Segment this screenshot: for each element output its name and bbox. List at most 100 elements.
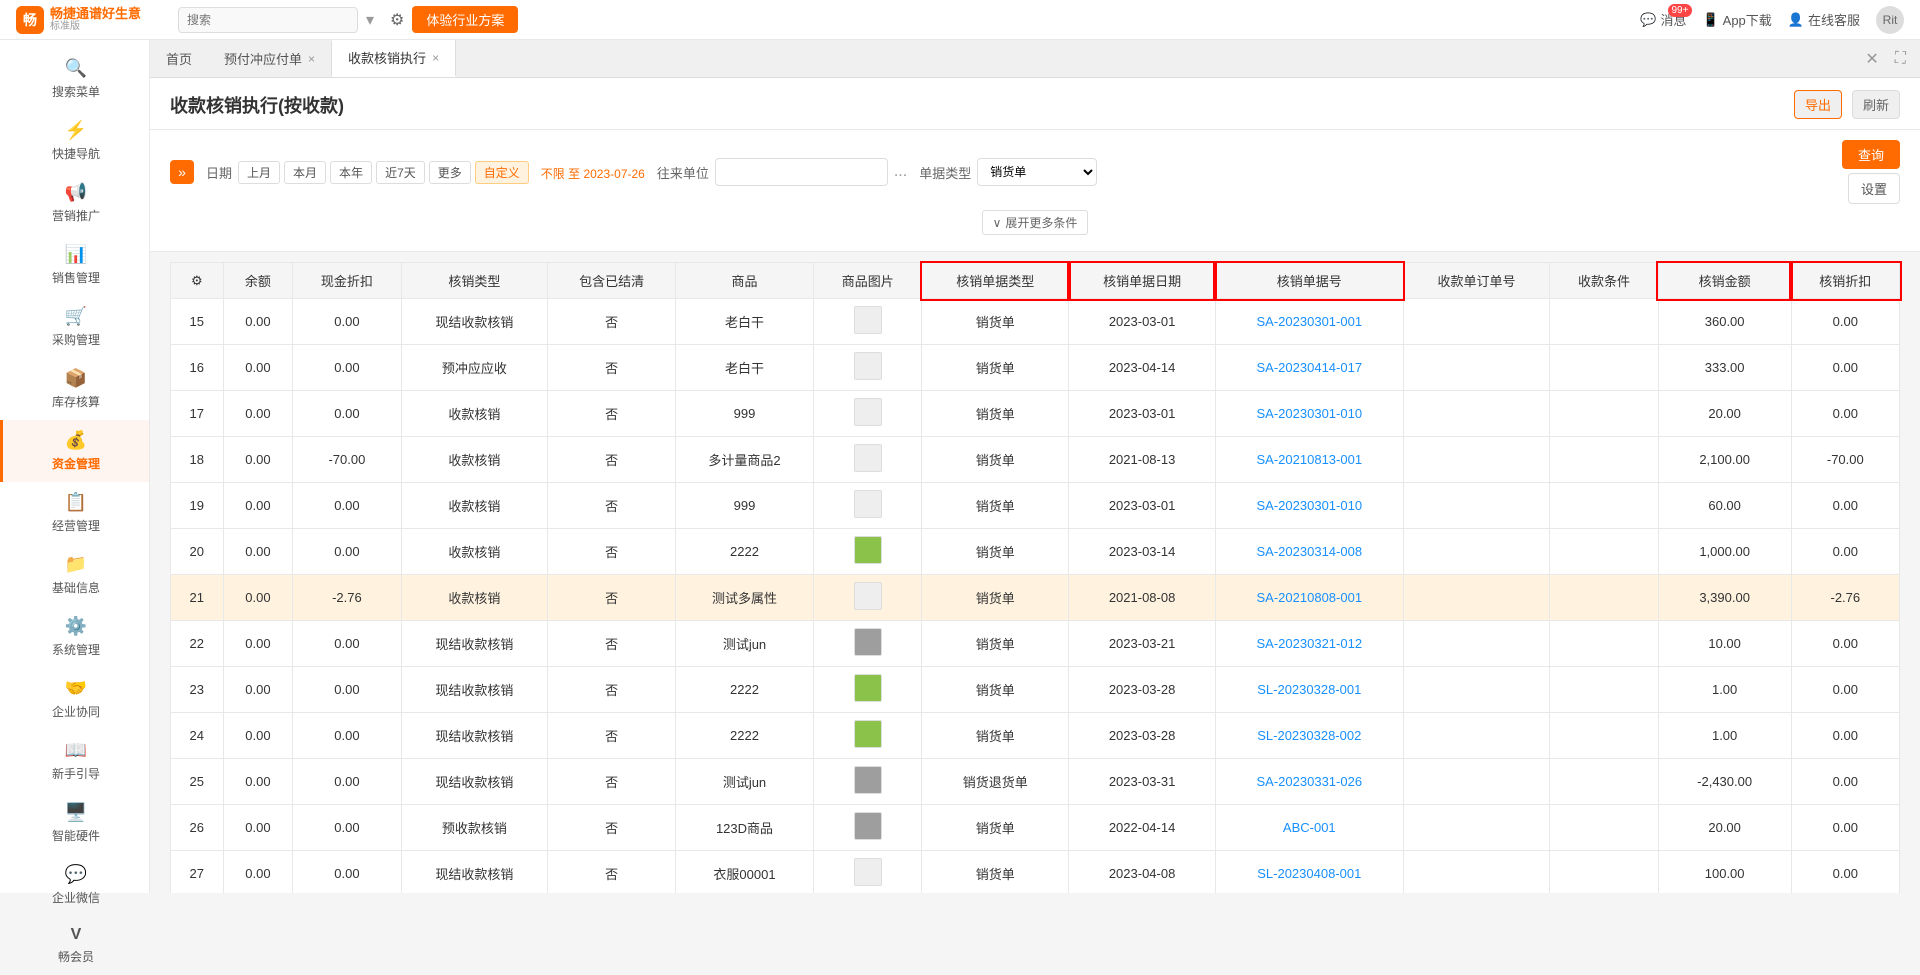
doc-no-link[interactable]: SL-20230408-001 [1257,866,1361,881]
cell-payment-cond [1550,805,1658,851]
cell-order-no [1403,299,1550,345]
tab-prepay-close[interactable]: × [308,52,315,66]
sidebar-item-sales[interactable]: 📊 销售管理 [0,234,149,296]
cell-doc-date: 2023-03-14 [1069,529,1216,575]
setting-button[interactable]: 设置 [1848,173,1900,204]
doc-no-link[interactable]: SA-20230414-017 [1257,360,1363,375]
cell-type: 现结收款核销 [401,621,548,667]
cell-balance: 0.00 [223,437,293,483]
sidebar-item-inventory[interactable]: 📦 库存核算 [0,358,149,420]
doc-no-link[interactable]: SA-20230301-010 [1257,406,1363,421]
cell-payment-cond [1550,437,1658,483]
app-download-btn[interactable]: 📱 App下载 [1702,10,1771,29]
table-row: 16 0.00 0.00 预冲应应收 否 老白干 销货单 2023-04-14 … [171,345,1900,391]
cell-no: 25 [171,759,224,805]
cell-balance: 0.00 [223,391,293,437]
cell-doc-date: 2023-03-01 [1069,391,1216,437]
cell-type: 预收款核销 [401,805,548,851]
btn-custom[interactable]: 自定义 [475,161,529,184]
expand-more-button[interactable]: ∨ 展开更多条件 [982,210,1089,235]
tab-prepay[interactable]: 预付冲应付单 × [208,41,332,76]
sidebar-item-basic[interactable]: 📁 基础信息 [0,544,149,606]
cell-cash-discount: 0.00 [293,805,401,851]
online-service-btn[interactable]: 👤 在线客服 [1788,10,1860,29]
doc-no-link[interactable]: SA-20230314-008 [1257,544,1363,559]
filter-expand-button[interactable]: » [170,160,194,184]
industry-button[interactable]: 体验行业方案 [412,6,518,33]
doc-no-link[interactable]: SA-20230331-026 [1257,774,1363,789]
sidebar-item-system[interactable]: ⚙️ 系统管理 [0,606,149,668]
cell-product: 2222 [675,529,813,575]
sidebar-item-wechat[interactable]: 💬 企业微信 [0,854,149,916]
cell-doc-no[interactable]: SL-20230328-001 [1215,667,1403,713]
cell-doc-no[interactable]: SA-20230331-026 [1215,759,1403,805]
cell-payment-cond [1550,529,1658,575]
sidebar-item-member[interactable]: V 畅会员 [0,916,149,975]
sidebar-item-guide[interactable]: 📖 新手引导 [0,730,149,792]
export-button[interactable]: 导出 [1794,90,1842,119]
doc-no-link[interactable]: SA-20230301-001 [1257,314,1363,329]
doc-no-link[interactable]: SA-20230321-012 [1257,636,1363,651]
sidebar-item-search[interactable]: 🔍 搜索菜单 [0,48,149,110]
cell-settled: 否 [548,805,676,851]
doc-no-link[interactable]: SA-20210813-001 [1257,452,1363,467]
sidebar-item-operations[interactable]: 📋 经营管理 [0,482,149,544]
sidebar-label-hardware: 智能硬件 [52,827,100,844]
notification-bell[interactable]: 💬 消息 99+ [1640,10,1686,29]
btn-last-month[interactable]: 上月 [238,161,280,184]
cell-product: 123D商品 [675,805,813,851]
doc-no-link[interactable]: SL-20230328-002 [1257,728,1361,743]
cell-no: 16 [171,345,224,391]
cell-discount: 0.00 [1791,667,1899,713]
collab-icon: 🤝 [65,678,87,699]
dropdown-icon[interactable]: ▾ [366,10,374,30]
sidebar-item-hardware[interactable]: 🖥️ 智能硬件 [0,792,149,854]
tab-action-close[interactable]: ✕ [1859,47,1884,71]
cell-doc-no[interactable]: SA-20230321-012 [1215,621,1403,667]
cell-no: 24 [171,713,224,759]
sidebar-item-quick[interactable]: ⚡ 快捷导航 [0,110,149,172]
cell-doc-no[interactable]: SA-20230301-010 [1215,391,1403,437]
top-search-input[interactable] [178,7,358,33]
cell-doc-type: 销货退货单 [922,759,1069,805]
sidebar-item-collab[interactable]: 🤝 企业协同 [0,668,149,730]
sidebar-item-marketing[interactable]: 📢 营销推广 [0,172,149,234]
cell-doc-no[interactable]: SA-20230314-008 [1215,529,1403,575]
tab-home[interactable]: 首页 [150,41,208,76]
cell-doc-no[interactable]: SL-20230408-001 [1215,851,1403,894]
tab-verify-close[interactable]: × [432,51,439,65]
settings-icon[interactable]: ⚙ [390,10,404,30]
cell-product: 测试jun [675,621,813,667]
sidebar-item-purchase[interactable]: 🛒 采购管理 [0,296,149,358]
sidebar-item-finance[interactable]: 💰 资金管理 [0,420,149,482]
cell-doc-no[interactable]: SA-20230301-010 [1215,483,1403,529]
tab-verify[interactable]: 收款核销执行 × [332,40,456,77]
doc-no-link[interactable]: ABC-001 [1283,820,1336,835]
cell-doc-no[interactable]: SA-20210808-001 [1215,575,1403,621]
sidebar: 🔍 搜索菜单 ⚡ 快捷导航 📢 营销推广 📊 销售管理 🛒 采购管理 📦 库存核… [0,40,150,893]
query-button[interactable]: 查询 [1842,140,1900,169]
cell-balance: 0.00 [223,483,293,529]
col-settings[interactable]: ⚙ [171,263,224,299]
doc-no-link[interactable]: SA-20230301-010 [1257,498,1363,513]
refresh-button[interactable]: 刷新 [1852,90,1900,119]
cell-balance: 0.00 [223,713,293,759]
cell-doc-no[interactable]: ABC-001 [1215,805,1403,851]
tab-action-expand[interactable]: ⛶ [1889,48,1912,70]
btn-this-month[interactable]: 本月 [284,161,326,184]
cell-product-img [814,483,922,529]
doc-no-link[interactable]: SA-20210808-001 [1257,590,1363,605]
partner-dots[interactable]: ... [894,163,907,181]
cell-doc-no[interactable]: SA-20230301-001 [1215,299,1403,345]
cell-doc-no[interactable]: SA-20210813-001 [1215,437,1403,483]
cell-doc-no[interactable]: SL-20230328-002 [1215,713,1403,759]
doc-no-link[interactable]: SL-20230328-001 [1257,682,1361,697]
btn-this-year[interactable]: 本年 [330,161,372,184]
partner-input[interactable] [715,158,888,186]
cell-doc-no[interactable]: SA-20230414-017 [1215,345,1403,391]
cell-product-img [814,437,922,483]
user-avatar[interactable]: Rit [1876,6,1904,34]
btn-more[interactable]: 更多 [429,161,471,184]
btn-last7[interactable]: 近7天 [376,161,425,184]
doctype-select[interactable]: 销货单 销货退货单 [977,158,1097,186]
